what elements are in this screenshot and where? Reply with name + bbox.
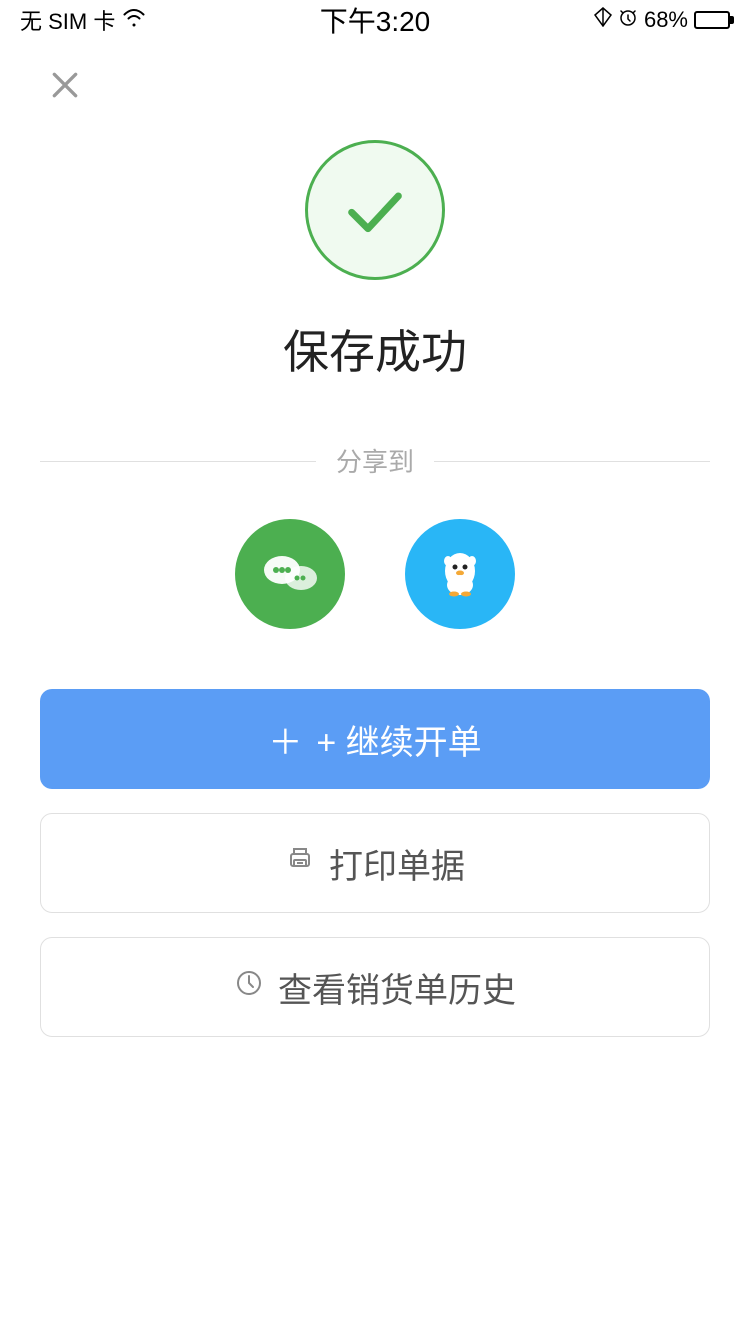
status-left: 无 SIM 卡 xyxy=(20,4,145,36)
battery-percent: 68% xyxy=(644,7,688,33)
alarm-icon xyxy=(618,7,638,33)
wechat-share-button[interactable] xyxy=(235,519,345,629)
print-label: 打印单据 xyxy=(329,839,465,888)
status-bar: 无 SIM 卡 下午3:20 68% xyxy=(0,0,750,40)
status-time: 下午3:20 xyxy=(320,0,431,40)
history-label: 查看销货单历史 xyxy=(278,963,516,1012)
print-button[interactable]: 打印单据 xyxy=(40,813,710,913)
plus-icon: ＋ xyxy=(268,715,302,764)
share-icons xyxy=(235,519,515,629)
action-buttons: ＋ + 继续开单 打印单据 查看销货单历史 xyxy=(40,689,710,1037)
continue-order-button[interactable]: ＋ + 继续开单 xyxy=(40,689,710,789)
history-button[interactable]: 查看销货单历史 xyxy=(40,937,710,1037)
wifi-icon xyxy=(123,7,145,33)
share-label: 分享到 xyxy=(316,442,434,479)
history-icon xyxy=(234,968,264,1007)
qq-share-button[interactable] xyxy=(405,519,515,629)
carrier-text: 无 SIM 卡 xyxy=(20,4,115,36)
location-icon xyxy=(594,7,612,33)
status-right: 68% xyxy=(594,7,730,33)
battery-icon xyxy=(694,11,730,29)
share-divider: 分享到 xyxy=(40,442,710,479)
close-button[interactable] xyxy=(40,60,90,110)
print-icon xyxy=(285,844,315,883)
share-section: 分享到 xyxy=(40,442,710,629)
continue-order-label: + 继续开单 xyxy=(316,715,481,764)
main-content: 保存成功 分享到 xyxy=(0,40,750,1334)
success-icon xyxy=(305,140,445,280)
success-title: 保存成功 xyxy=(283,316,467,382)
